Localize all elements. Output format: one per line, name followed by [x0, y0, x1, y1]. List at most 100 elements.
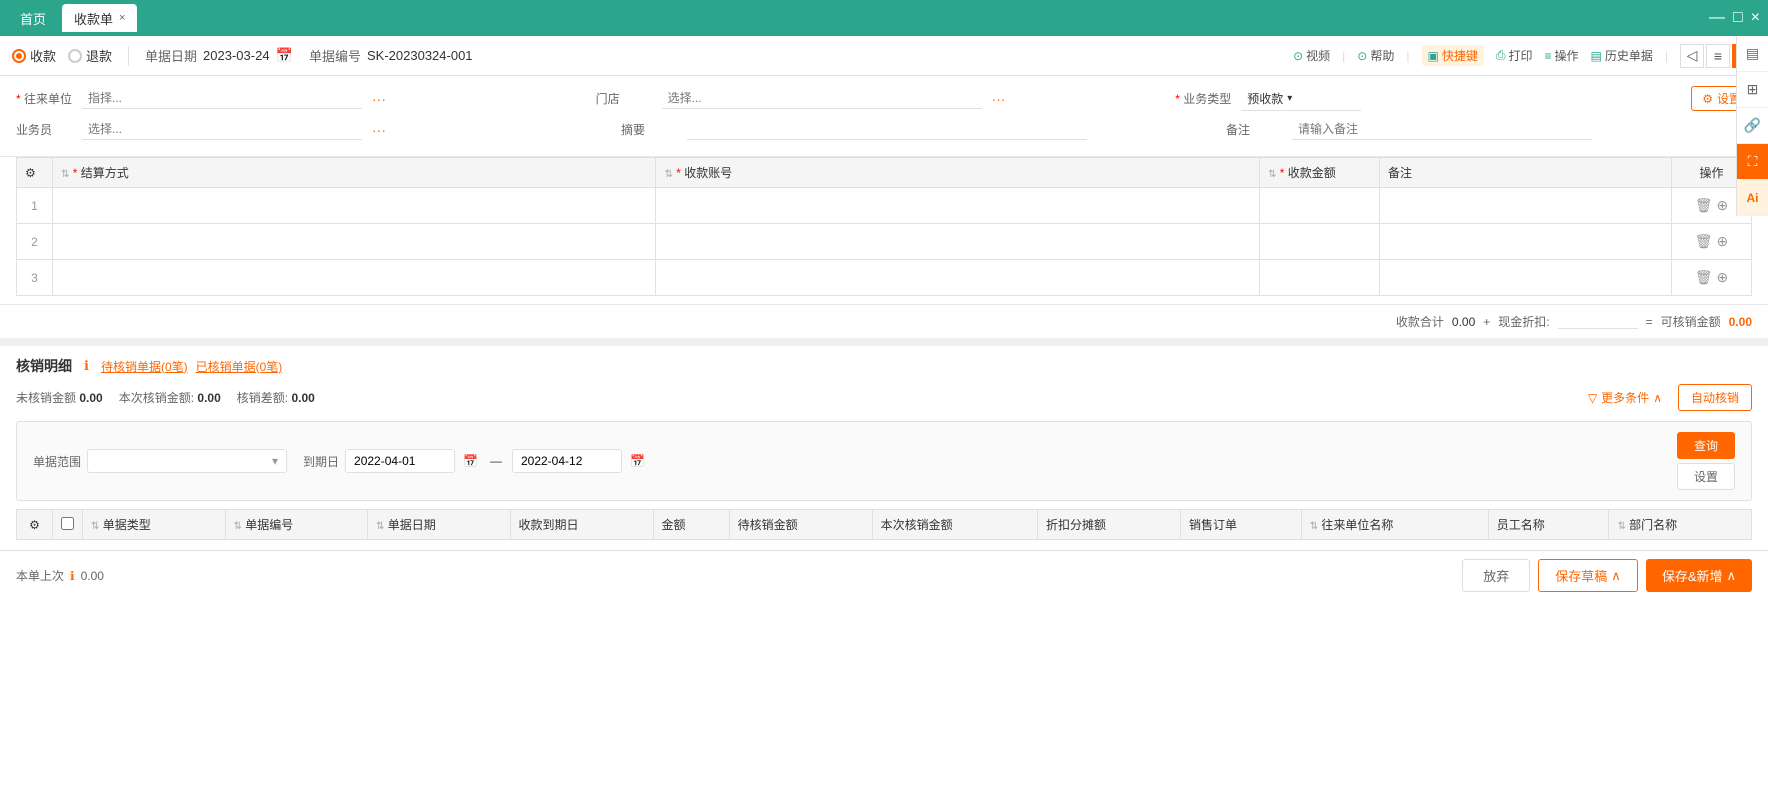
row3-delete-icon[interactable]: 🗑	[1695, 269, 1713, 286]
row2-delete-icon[interactable]: 🗑	[1695, 233, 1713, 250]
due-date-end-input[interactable]	[512, 449, 622, 473]
pending-tab[interactable]: 待核销单据(0笔)	[101, 358, 188, 375]
writeoff-info-icon[interactable]: ℹ	[84, 358, 89, 374]
bottom-table-container: ⚙ ⇅ 单据类型 ⇅ 单据编号 ⇅	[16, 509, 1752, 540]
window-minimize-btn[interactable]: —	[1709, 9, 1725, 27]
row1-delete-icon[interactable]: 🗑	[1695, 197, 1713, 214]
table-gear-header[interactable]: ⚙	[17, 158, 53, 188]
chevron-up-icon2: ∧	[1726, 568, 1736, 584]
staff-more-btn[interactable]: ···	[368, 122, 390, 138]
radio-collection[interactable]: 收款	[12, 46, 56, 65]
col-dept-header: ⇅ 部门名称	[1609, 510, 1752, 540]
chevron-down-icon: ▾	[1287, 93, 1292, 104]
toolbar-actions: ⊙ 视频 | ⊙ 帮助 | ▣ 快捷键 ⎙ 打印 ≡ 操作 ▤ 历史单据 | ◁…	[1293, 44, 1756, 68]
window-close-btn[interactable]: ×	[1751, 9, 1760, 27]
date-picker-icon[interactable]: 📅	[276, 47, 293, 64]
row2-settle[interactable]	[53, 224, 656, 260]
range-select[interactable]: ▾	[87, 449, 287, 473]
table-row: 3 🗑 ⊕	[17, 260, 1752, 296]
business-type-label: 业务类型	[1175, 90, 1235, 107]
query-button[interactable]: 查询	[1677, 432, 1735, 459]
col-account: ⇅ * 收款账号	[656, 158, 1259, 188]
row3-settle[interactable]	[53, 260, 656, 296]
row1-account[interactable]	[656, 188, 1259, 224]
main-content: 往来单位 ··· 门店 ··· 业务类型 预收款 ▾ ⚙ 设置	[0, 76, 1768, 796]
col-counterpart-header: ⇅ 往来单位名称	[1301, 510, 1488, 540]
due-date-filter: 到期日 📅 — 📅	[303, 449, 647, 473]
col-settle: ⇅ * 结算方式	[53, 158, 656, 188]
tab-receipt[interactable]: 收款单 ×	[62, 4, 137, 32]
col-gear-bottom[interactable]: ⚙	[17, 510, 53, 540]
window-restore-btn[interactable]: □	[1733, 9, 1743, 27]
due-date-start-input[interactable]	[345, 449, 455, 473]
row1-copy-icon[interactable]: ⊕	[1717, 197, 1729, 214]
row3-account[interactable]	[656, 260, 1259, 296]
video-action[interactable]: ⊙ 视频	[1293, 47, 1330, 64]
help-action[interactable]: ⊙ 帮助	[1357, 47, 1394, 64]
summary-input[interactable]	[687, 119, 1087, 140]
grid-view-btn[interactable]: ≡	[1706, 44, 1730, 68]
writeoff-section: 核销明细 ℹ 待核销单据(0笔) 已核销单据(0笔) 未核销金额 0.00 本次…	[0, 346, 1768, 550]
circle-icon: ⊙	[1293, 49, 1303, 63]
col-discount-header: 折扣分摊额	[1037, 510, 1180, 540]
shop-input[interactable]	[662, 88, 982, 109]
sidebar-table-icon-btn[interactable]: ▤	[1737, 36, 1768, 72]
tab-close-icon[interactable]: ×	[119, 12, 125, 24]
tab-home[interactable]: 首页	[8, 4, 58, 32]
row2-copy-icon[interactable]: ⊕	[1717, 233, 1729, 250]
range-chevron-icon: ▾	[272, 454, 278, 468]
shortcut-action[interactable]: ▣ 快捷键	[1422, 45, 1484, 66]
range-filter: 单据范围 ▾	[33, 449, 287, 473]
col-checkbox-header[interactable]	[53, 510, 83, 540]
operate-action[interactable]: ≡ 操作	[1544, 47, 1578, 64]
auto-writeoff-button[interactable]: 自动核销	[1678, 384, 1752, 411]
row3-copy-icon[interactable]: ⊕	[1717, 269, 1729, 286]
filter-settings-button[interactable]: 设置	[1677, 463, 1735, 490]
date-field: 单据日期 2023-03-24 📅	[145, 46, 293, 65]
footer-actions: 放弃 保存草稿 ∧ 保存&新增 ∧	[1462, 559, 1752, 592]
history-action[interactable]: ▤ 历史单据	[1591, 47, 1653, 64]
toolbar: 收款 退款 单据日期 2023-03-24 📅 单据编号 SK-20230324…	[0, 36, 1768, 76]
discard-button[interactable]: 放弃	[1462, 559, 1530, 592]
row2-remark[interactable]	[1379, 224, 1671, 260]
sidebar-expand-icon-btn[interactable]: ⛶	[1737, 144, 1768, 180]
section-divider	[0, 338, 1768, 346]
number-field: 单据编号 SK-20230324-001	[309, 46, 473, 65]
col-due-date-header: 收款到期日	[510, 510, 653, 540]
row1-amount[interactable]	[1259, 188, 1379, 224]
cash-discount-input[interactable]	[1558, 314, 1638, 329]
gear-icon: ⚙	[1702, 92, 1713, 106]
done-tab[interactable]: 已核销单据(0笔)	[196, 358, 283, 375]
shop-field: 门店 ···	[596, 88, 1100, 109]
table-row: 2 🗑 ⊕	[17, 224, 1752, 260]
filter-row: 单据范围 ▾ 到期日 📅 — 📅 查询 设置	[16, 421, 1752, 501]
sidebar-grid-icon-btn[interactable]: ⊞	[1737, 72, 1768, 108]
calendar-end-icon[interactable]: 📅	[630, 454, 645, 468]
radio-refund[interactable]: 退款	[68, 46, 112, 65]
right-sidebar: ▤ ⊞ 🔗 ⛶ Ai	[1736, 36, 1768, 216]
list-view-btn[interactable]: ◁	[1680, 44, 1704, 68]
save-draft-button[interactable]: 保存草稿 ∧	[1538, 559, 1638, 592]
select-all-checkbox[interactable]	[61, 517, 74, 530]
row2-amount[interactable]	[1259, 224, 1379, 260]
sidebar-ai-btn[interactable]: Ai	[1737, 180, 1768, 216]
shop-more-btn[interactable]: ···	[988, 91, 1010, 107]
business-type-select[interactable]: 预收款 ▾	[1241, 87, 1361, 111]
radio-collection-circle	[12, 49, 26, 63]
remark-input[interactable]	[1292, 119, 1592, 140]
more-conditions-btn[interactable]: ▽ 更多条件 ∧	[1588, 389, 1662, 406]
counterpart-more-btn[interactable]: ···	[368, 91, 390, 107]
calendar-icon[interactable]: 📅	[463, 454, 478, 468]
row3-amount[interactable]	[1259, 260, 1379, 296]
sidebar-link-icon-btn[interactable]: 🔗	[1737, 108, 1768, 144]
save-new-button[interactable]: 保存&新增 ∧	[1646, 559, 1752, 592]
row1-settle[interactable]	[53, 188, 656, 224]
footer-info-icon[interactable]: ℹ	[70, 569, 75, 583]
counterpart-input[interactable]	[82, 88, 362, 109]
col-sales-order-header: 销售订单	[1180, 510, 1301, 540]
row2-account[interactable]	[656, 224, 1259, 260]
row3-remark[interactable]	[1379, 260, 1671, 296]
print-action[interactable]: ⎙ 打印	[1496, 47, 1533, 64]
row1-remark[interactable]	[1379, 188, 1671, 224]
staff-input[interactable]	[82, 119, 362, 140]
